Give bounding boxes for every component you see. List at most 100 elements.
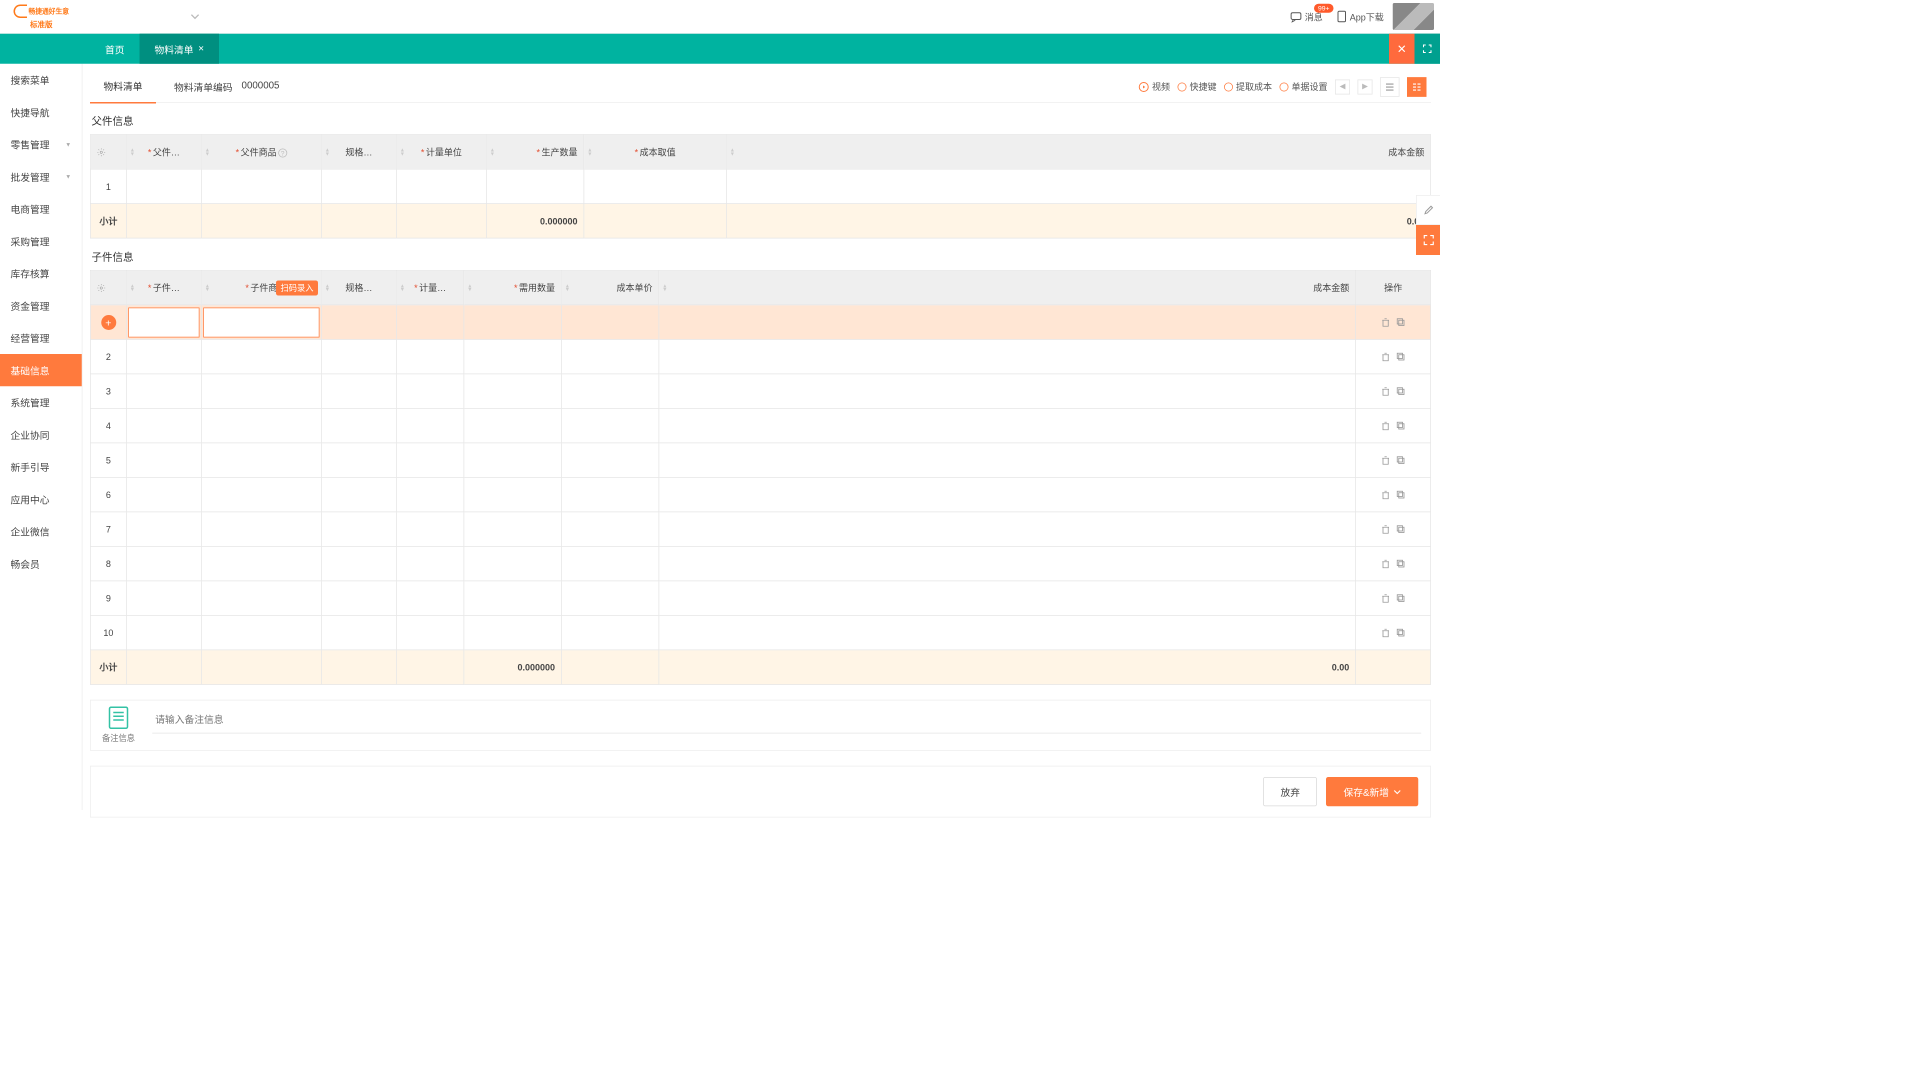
sort-icon[interactable]: ▲▼ xyxy=(130,284,135,292)
pager-prev-button[interactable]: ◀ xyxy=(1335,79,1350,94)
child-col-unit[interactable]: ▲▼*计量… xyxy=(396,270,464,305)
child-cell-price[interactable] xyxy=(561,408,659,443)
child-cell-price[interactable] xyxy=(561,339,659,374)
child-cell-price[interactable] xyxy=(561,512,659,547)
child-cell-code[interactable] xyxy=(126,305,201,340)
sidebar-item[interactable]: 系统管理 xyxy=(0,386,82,418)
fullscreen-button[interactable] xyxy=(1415,34,1441,64)
sort-icon[interactable]: ▲▼ xyxy=(587,148,592,156)
child-cell-unit[interactable] xyxy=(396,443,464,478)
copy-row-button[interactable] xyxy=(1394,384,1407,397)
child-cell-name[interactable] xyxy=(201,408,321,443)
sort-icon[interactable]: ▲▼ xyxy=(467,284,472,292)
child-cell-spec[interactable] xyxy=(321,443,396,478)
inner-tab-bom[interactable]: 物料清单 xyxy=(90,70,156,104)
child-cell-price[interactable] xyxy=(561,443,659,478)
parent-cell-code[interactable] xyxy=(126,169,201,204)
child-cell-name[interactable] xyxy=(201,512,321,547)
child-cell-price[interactable] xyxy=(561,305,659,340)
sort-icon[interactable]: ▲▼ xyxy=(205,148,210,156)
child-cell-name[interactable] xyxy=(201,477,321,512)
child-cell-needqty[interactable] xyxy=(464,374,562,409)
parent-cell-unit[interactable] xyxy=(396,169,486,204)
detail-view-button[interactable] xyxy=(1407,77,1427,97)
sidebar-item[interactable]: 电商管理 xyxy=(0,193,82,225)
delete-row-button[interactable] xyxy=(1379,522,1392,535)
child-cell-amt[interactable] xyxy=(659,339,1356,374)
child-col-name[interactable]: ▲▼*子件商扫码录入 xyxy=(201,270,321,305)
child-cell-spec[interactable] xyxy=(321,374,396,409)
child-cell-spec[interactable] xyxy=(321,477,396,512)
copy-row-button[interactable] xyxy=(1394,557,1407,570)
copy-row-button[interactable] xyxy=(1394,522,1407,535)
delete-row-button[interactable] xyxy=(1379,315,1392,328)
delete-row-button[interactable] xyxy=(1379,350,1392,363)
child-cell-spec[interactable] xyxy=(321,408,396,443)
list-view-button[interactable] xyxy=(1380,77,1400,97)
pager-next-button[interactable]: ▶ xyxy=(1358,79,1373,94)
child-cell-unit[interactable] xyxy=(396,546,464,581)
child-row[interactable]: 3 xyxy=(90,374,1430,409)
sidebar-item[interactable]: 畅会员 xyxy=(0,548,82,580)
sidebar-item[interactable]: 经营管理 xyxy=(0,322,82,354)
sidebar-item[interactable]: 批发管理▼ xyxy=(0,161,82,193)
doc-setting-link[interactable]: 单据设置 xyxy=(1279,80,1327,93)
child-cell-needqty[interactable] xyxy=(464,615,562,650)
sort-icon[interactable]: ▲▼ xyxy=(490,148,495,156)
child-col-spec[interactable]: ▲▼规格… xyxy=(321,270,396,305)
child-cell-needqty[interactable] xyxy=(464,408,562,443)
discard-button[interactable]: 放弃 xyxy=(1263,777,1317,806)
hotkey-link[interactable]: 快捷键 xyxy=(1177,80,1216,93)
help-icon[interactable]: ? xyxy=(278,149,287,158)
child-cell-needqty[interactable] xyxy=(464,581,562,616)
sidebar-item[interactable]: 基础信息 xyxy=(0,354,82,386)
copy-row-button[interactable] xyxy=(1394,591,1407,604)
child-cell-amt[interactable] xyxy=(659,512,1356,547)
child-cell-spec[interactable] xyxy=(321,339,396,374)
sort-icon[interactable]: ▲▼ xyxy=(730,148,735,156)
delete-row-button[interactable] xyxy=(1379,591,1392,604)
sidebar-item[interactable]: 搜索菜单 xyxy=(0,64,82,96)
sidebar-item[interactable]: 企业微信 xyxy=(0,515,82,547)
child-cell-spec[interactable] xyxy=(321,615,396,650)
copy-row-button[interactable] xyxy=(1394,488,1407,501)
child-cell-name[interactable] xyxy=(201,581,321,616)
copy-row-button[interactable] xyxy=(1394,315,1407,328)
child-cell-code[interactable] xyxy=(126,477,201,512)
delete-row-button[interactable] xyxy=(1379,488,1392,501)
copy-row-button[interactable] xyxy=(1394,419,1407,432)
child-row[interactable]: 10 xyxy=(90,615,1430,650)
child-col-unitprice[interactable]: ▲▼成本单价 xyxy=(561,270,659,305)
parent-row[interactable]: 1 xyxy=(90,169,1430,204)
parent-col-unit[interactable]: ▲▼*计量单位 xyxy=(396,135,486,170)
child-cell-amt[interactable] xyxy=(659,374,1356,409)
child-cell-code[interactable] xyxy=(126,339,201,374)
child-cell-amt[interactable] xyxy=(659,546,1356,581)
child-cell-unit[interactable] xyxy=(396,512,464,547)
child-col-costamt[interactable]: ▲▼成本金额 xyxy=(659,270,1356,305)
child-cell-amt[interactable] xyxy=(659,443,1356,478)
delete-row-button[interactable] xyxy=(1379,557,1392,570)
child-cell-needqty[interactable] xyxy=(464,546,562,581)
copy-row-button[interactable] xyxy=(1394,626,1407,639)
sidebar-item[interactable]: 库存核算 xyxy=(0,257,82,289)
remark-input[interactable] xyxy=(152,707,1421,734)
child-cell-unit[interactable] xyxy=(396,477,464,512)
extract-cost-link[interactable]: 提取成本 xyxy=(1224,80,1272,93)
child-row[interactable]: 4 xyxy=(90,408,1430,443)
delete-row-button[interactable] xyxy=(1379,384,1392,397)
child-col-gear[interactable] xyxy=(90,270,126,305)
child-cell-code[interactable] xyxy=(126,546,201,581)
child-cell-price[interactable] xyxy=(561,615,659,650)
copy-row-button[interactable] xyxy=(1394,350,1407,363)
child-cell-amt[interactable] xyxy=(659,305,1356,340)
avatar[interactable] xyxy=(1393,3,1434,30)
sidebar-item[interactable]: 企业协同 xyxy=(0,419,82,451)
parent-col-code[interactable]: ▲▼*父件… xyxy=(126,135,201,170)
child-cell-code[interactable] xyxy=(126,512,201,547)
sort-icon[interactable]: ▲▼ xyxy=(662,284,667,292)
parent-col-costamt[interactable]: ▲▼成本金额 xyxy=(726,135,1430,170)
child-cell-amt[interactable] xyxy=(659,615,1356,650)
parent-col-spec[interactable]: ▲▼规格… xyxy=(321,135,396,170)
child-cell-unit[interactable] xyxy=(396,615,464,650)
